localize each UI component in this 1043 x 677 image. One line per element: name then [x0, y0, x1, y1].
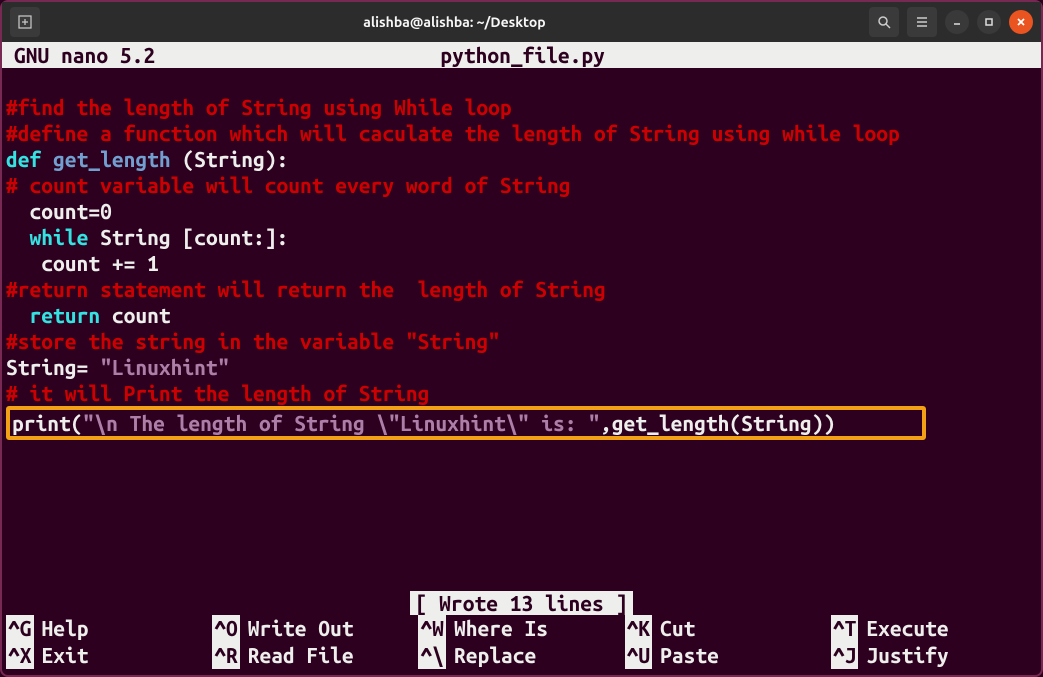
code-token: String [count:]: [88, 225, 288, 249]
nano-filename: python_file.py [440, 42, 1029, 68]
shortcut-readfile[interactable]: ^RRead File [212, 642, 418, 669]
close-button[interactable] [1009, 10, 1033, 34]
minimize-button[interactable] [945, 10, 969, 34]
code-line: count=0 [6, 199, 112, 223]
code-line: # it will Print the length of String [6, 381, 429, 405]
highlighted-line: print("\n The length of String \"Linuxhi… [6, 406, 926, 440]
code-line: #store the string in the variable "Strin… [6, 329, 500, 353]
code-line: #return statement will return the length… [6, 277, 606, 301]
nano-status-line: [ Wrote 13 lines ] [2, 591, 1041, 615]
code-line: #define a function which will caculate t… [6, 121, 900, 145]
code-token: count [100, 303, 171, 327]
nano-shortcut-bar: ^GHelp ^OWrite Out ^WWhere Is ^KCut ^TEx… [6, 615, 1037, 669]
shortcut-row: ^GHelp ^OWrite Out ^WWhere Is ^KCut ^TEx… [6, 615, 1037, 642]
shortcut-exit[interactable]: ^XExit [6, 642, 212, 669]
editor-content[interactable]: #find the length of String using While l… [2, 68, 1041, 440]
code-line: # count variable will count every word o… [6, 173, 570, 197]
maximize-button[interactable] [977, 10, 1001, 34]
code-token: def [6, 147, 41, 171]
code-token: "Linuxhint" [100, 355, 229, 379]
code-line: #find the length of String using While l… [6, 95, 512, 119]
hamburger-menu-button[interactable] [907, 7, 937, 37]
code-token: ,get_length(String)) [600, 411, 835, 435]
code-token: while [30, 225, 89, 249]
nano-app-title: GNU nano 5.2 [14, 42, 440, 68]
code-token [6, 303, 30, 327]
shortcut-justify[interactable]: ^JJustify [831, 642, 1037, 669]
shortcut-help[interactable]: ^GHelp [6, 615, 212, 642]
shortcut-replace[interactable]: ^\Replace [418, 642, 624, 669]
code-token: return [30, 303, 101, 327]
shortcut-writeout[interactable]: ^OWrite Out [212, 615, 418, 642]
new-tab-button[interactable] [10, 7, 40, 37]
nano-status-text: [ Wrote 13 lines ] [410, 591, 634, 615]
shortcut-whereis[interactable]: ^WWhere Is [418, 615, 624, 642]
nano-header-bar: GNU nano 5.2 python_file.py [2, 42, 1041, 68]
code-token: String= [6, 355, 100, 379]
window-title: alishba@alishba: ~/Desktop [40, 14, 869, 30]
code-token: get_length [53, 147, 171, 171]
code-token: print( [12, 411, 83, 435]
shortcut-cut[interactable]: ^KCut [625, 615, 831, 642]
code-line: count += 1 [6, 251, 159, 275]
search-button[interactable] [869, 7, 899, 37]
code-token: (String): [171, 147, 289, 171]
shortcut-paste[interactable]: ^UPaste [625, 642, 831, 669]
code-token [6, 225, 30, 249]
code-token: "\n The length of String \"Linuxhint\" i… [83, 411, 600, 435]
shortcut-row: ^XExit ^RRead File ^\Replace ^UPaste ^JJ… [6, 642, 1037, 669]
window-titlebar: alishba@alishba: ~/Desktop [2, 2, 1041, 42]
shortcut-execute[interactable]: ^TExecute [831, 615, 1037, 642]
